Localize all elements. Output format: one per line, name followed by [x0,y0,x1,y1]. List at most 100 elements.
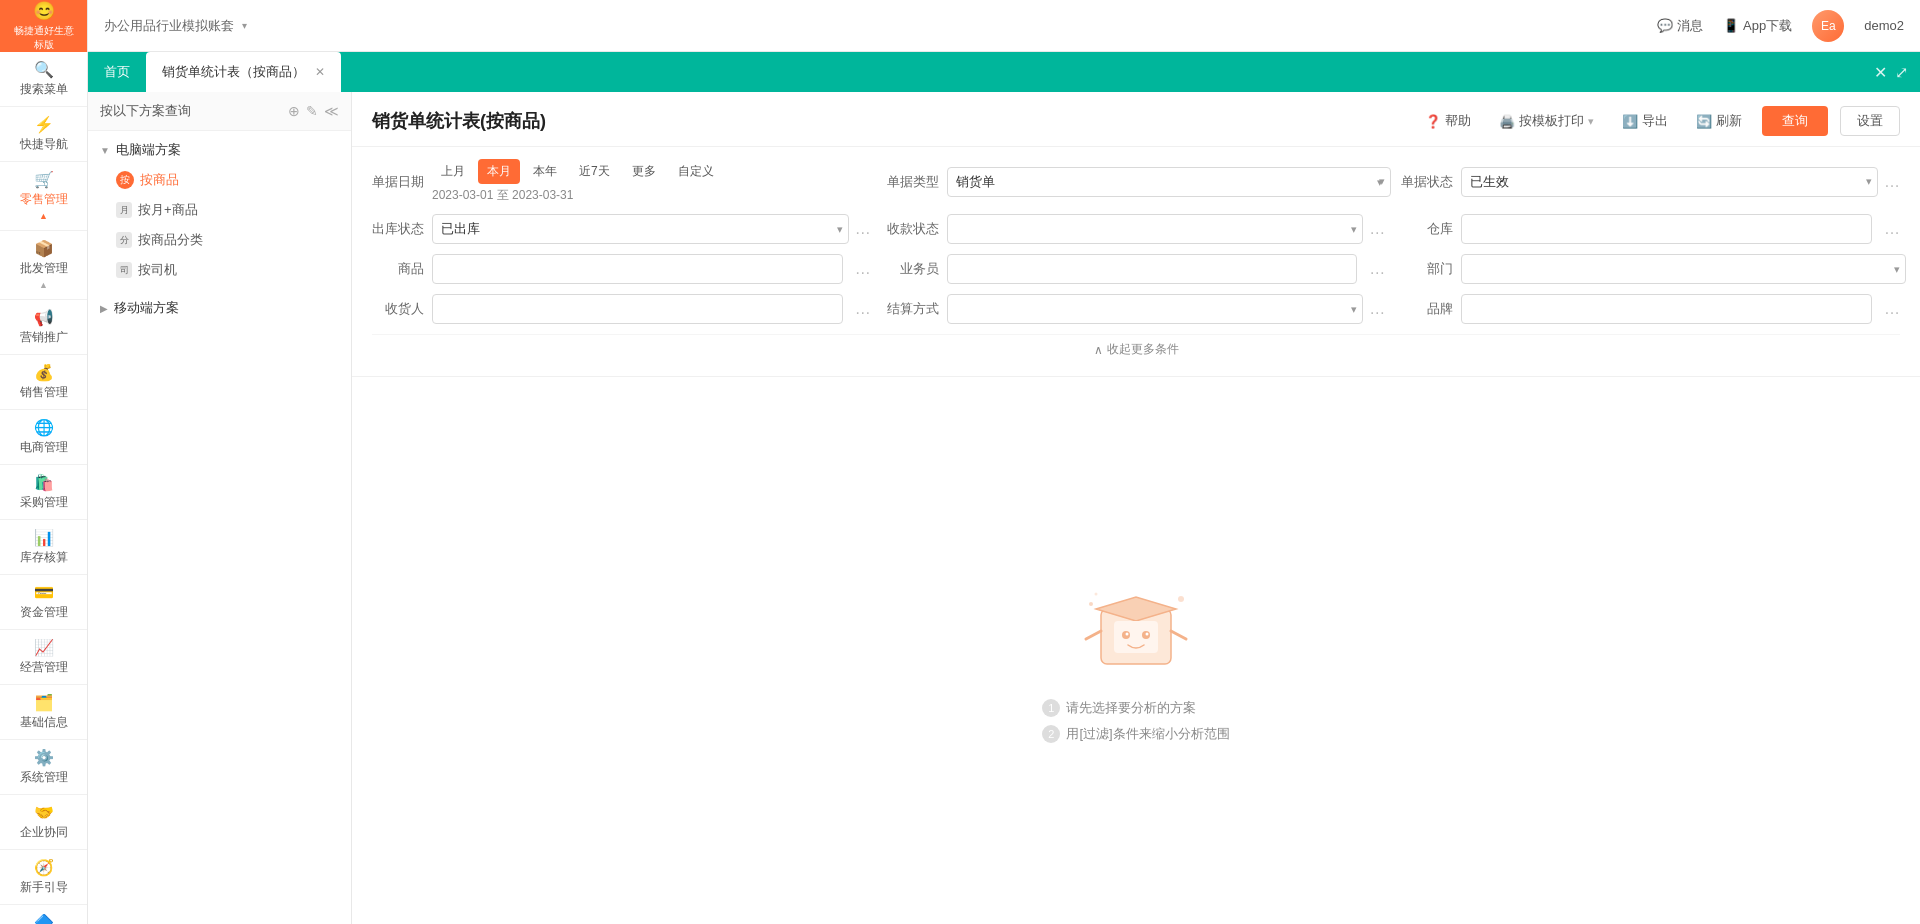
sidebar-item-basic[interactable]: 🗂️ 基础信息 [0,685,88,740]
filter-cell-pay-status: 收款状态 ▾ … [887,214,1386,244]
refresh-btn[interactable]: 🔄 刷新 [1688,108,1750,134]
sidebar-item-nav[interactable]: ⚡ 快捷导航 [0,107,88,162]
tree-child-month-goods[interactable]: 月 按月+商品 [88,195,351,225]
print-btn[interactable]: 🖨️ 按模板打印 ▾ [1491,108,1602,134]
finance-icon: 💳 [4,583,84,602]
marketing-icon: 📢 [4,308,84,327]
settle-dots[interactable]: … [1369,300,1385,318]
sidebar-item-retail[interactable]: 🛒 零售管理 ▲ [0,162,88,231]
date-this-month-btn[interactable]: 本月 [478,159,520,184]
message-btn[interactable]: 💬 消息 [1657,17,1703,35]
dept-dropdown-icon[interactable]: ▾ [1894,263,1900,276]
sidebar-item-operation[interactable]: 📈 经营管理 [0,630,88,685]
goods-dots[interactable]: … [855,260,871,278]
date-7days-btn[interactable]: 近7天 [570,159,619,184]
date-this-year-btn[interactable]: 本年 [524,159,566,184]
sales-icon: 💰 [4,363,84,382]
sidebar-item-guide[interactable]: 🧭 新手引导 [0,850,88,905]
tree-child-category[interactable]: 分 按商品分类 [88,225,351,255]
date-custom-btn[interactable]: 自定义 [669,159,723,184]
sidebar-item-ecom[interactable]: 🌐 电商管理 [0,410,88,465]
salesman-input[interactable] [947,254,1358,284]
sidebar-label-corp: 企业协同 [4,824,84,841]
dept-input[interactable] [1461,254,1906,284]
warehouse-input[interactable] [1461,214,1872,244]
tree-child-driver-label: 按司机 [138,261,177,279]
brand-input[interactable] [1461,294,1872,324]
right-panel: 销货单统计表(按商品) ❓ 帮助 🖨️ 按模板打印 ▾ ⬇️ 导出 [352,92,1920,924]
warehouse-label: 仓库 [1401,220,1453,238]
warehouse-dots[interactable]: … [1884,220,1900,238]
date-last-month-btn[interactable]: 上月 [432,159,474,184]
tab-report[interactable]: 销货单统计表（按商品） ✕ [146,52,341,92]
sidebar-item-stock[interactable]: 📊 库存核算 [0,520,88,575]
sidebar-item-system[interactable]: ⚙️ 系统管理 [0,740,88,795]
sidebar-item-sales[interactable]: 💰 销售管理 [0,355,88,410]
hint1-text: 请先选择要分析的方案 [1066,699,1196,717]
receiver-input[interactable] [432,294,843,324]
goods-input[interactable] [432,254,843,284]
left-panel-title: 按以下方案查询 [100,102,191,120]
salesman-label: 业务员 [887,260,939,278]
out-status-label: 出库状态 [372,220,424,238]
export-btn[interactable]: ⬇️ 导出 [1614,108,1676,134]
user-avatar[interactable]: Ea [1812,10,1844,42]
doc-type-dropdown-icon[interactable]: ▾ [1379,175,1385,188]
out-status-input[interactable] [432,214,849,244]
out-status-dropdown-icon[interactable]: ▾ [837,223,843,236]
tab-home[interactable]: 首页 [88,52,146,92]
print-label: 按模板打印 [1519,112,1584,130]
settings-button[interactable]: 设置 [1840,106,1900,136]
svg-point-8 [1089,602,1093,606]
tree-section-mobile: ▶ 移动端方案 [88,289,351,327]
query-button[interactable]: 查询 [1762,106,1828,136]
out-status-dots[interactable]: … [855,220,871,238]
doc-status-dropdown-icon[interactable]: ▾ [1866,175,1872,188]
sidebar-item-apps[interactable]: 🔷 应用中心 [0,905,88,924]
settle-dropdown-icon[interactable]: ▾ [1351,303,1357,316]
salesman-dots[interactable]: … [1369,260,1385,278]
sidebar-item-wholesale[interactable]: 📦 批发管理 ▲ [0,231,88,300]
left-panel: 按以下方案查询 ⊕ ✎ ≪ ▼ 电脑端方案 按 按商品 月 按月 [88,92,352,924]
collapse-panel-btn[interactable]: ≪ [324,103,339,119]
tab-minimize-icon[interactable]: ✕ [1874,63,1887,82]
sidebar-label-nav: 快捷导航 [4,136,84,153]
pay-status-dots[interactable]: … [1369,220,1385,238]
app-download-btn[interactable]: 📱 App下载 [1723,17,1792,35]
doc-status-input[interactable] [1461,167,1878,197]
tree-child-by-goods[interactable]: 按 按商品 [88,165,351,195]
sidebar-item-corp[interactable]: 🤝 企业协同 [0,795,88,850]
tab-close-btn[interactable]: ✕ [315,65,325,79]
tree-parent-mobile[interactable]: ▶ 移动端方案 [88,293,351,323]
tabbar: 首页 销货单统计表（按商品） ✕ ✕ ⤢ [88,52,1920,92]
sidebar: 😊 畅捷通好生意 标版 🔍 搜索菜单 ⚡ 快捷导航 🛒 零售管理 ▲ 📦 批发管… [0,0,88,924]
tree-section-desktop: ▼ 电脑端方案 按 按商品 月 按月+商品 分 按商品分类 司 按司机 [88,131,351,289]
industry-dropdown-icon[interactable]: ▾ [242,20,247,31]
purchase-icon: 🛍️ [4,473,84,492]
edit-scheme-btn[interactable]: ✎ [306,103,318,119]
settle-input[interactable] [947,294,1364,324]
tree-parent-desktop[interactable]: ▼ 电脑端方案 [88,135,351,165]
print-dropdown-icon[interactable]: ▾ [1588,115,1594,128]
date-more-btn[interactable]: 更多 [623,159,665,184]
pay-status-dropdown-icon[interactable]: ▾ [1351,223,1357,236]
doc-type-input[interactable] [947,167,1392,197]
tree-child-driver[interactable]: 司 按司机 [88,255,351,285]
receiver-dots[interactable]: … [855,300,871,318]
pay-status-input[interactable] [947,214,1364,244]
add-scheme-btn[interactable]: ⊕ [288,103,300,119]
sidebar-item-marketing[interactable]: 📢 营销推广 [0,300,88,355]
brand-dots[interactable]: … [1884,300,1900,318]
print-icon: 🖨️ [1499,114,1515,129]
sidebar-item-search[interactable]: 🔍 搜索菜单 [0,52,88,107]
main-area: 办公用品行业模拟账套 ▾ 💬 消息 📱 App下载 Ea demo2 首页 销货… [88,0,1920,924]
doc-status-dots[interactable]: … [1884,173,1900,191]
app-logo[interactable]: 😊 畅捷通好生意 标版 [0,0,88,52]
filter-cell-out-status: 出库状态 ▾ … [372,214,871,244]
tab-home-label: 首页 [104,63,130,81]
sidebar-item-purchase[interactable]: 🛍️ 采购管理 [0,465,88,520]
tab-maximize-icon[interactable]: ⤢ [1895,63,1908,82]
collapse-filter-btn[interactable]: ∧ 收起更多条件 [372,334,1900,364]
help-btn[interactable]: ❓ 帮助 [1417,108,1479,134]
sidebar-item-finance[interactable]: 💳 资金管理 [0,575,88,630]
